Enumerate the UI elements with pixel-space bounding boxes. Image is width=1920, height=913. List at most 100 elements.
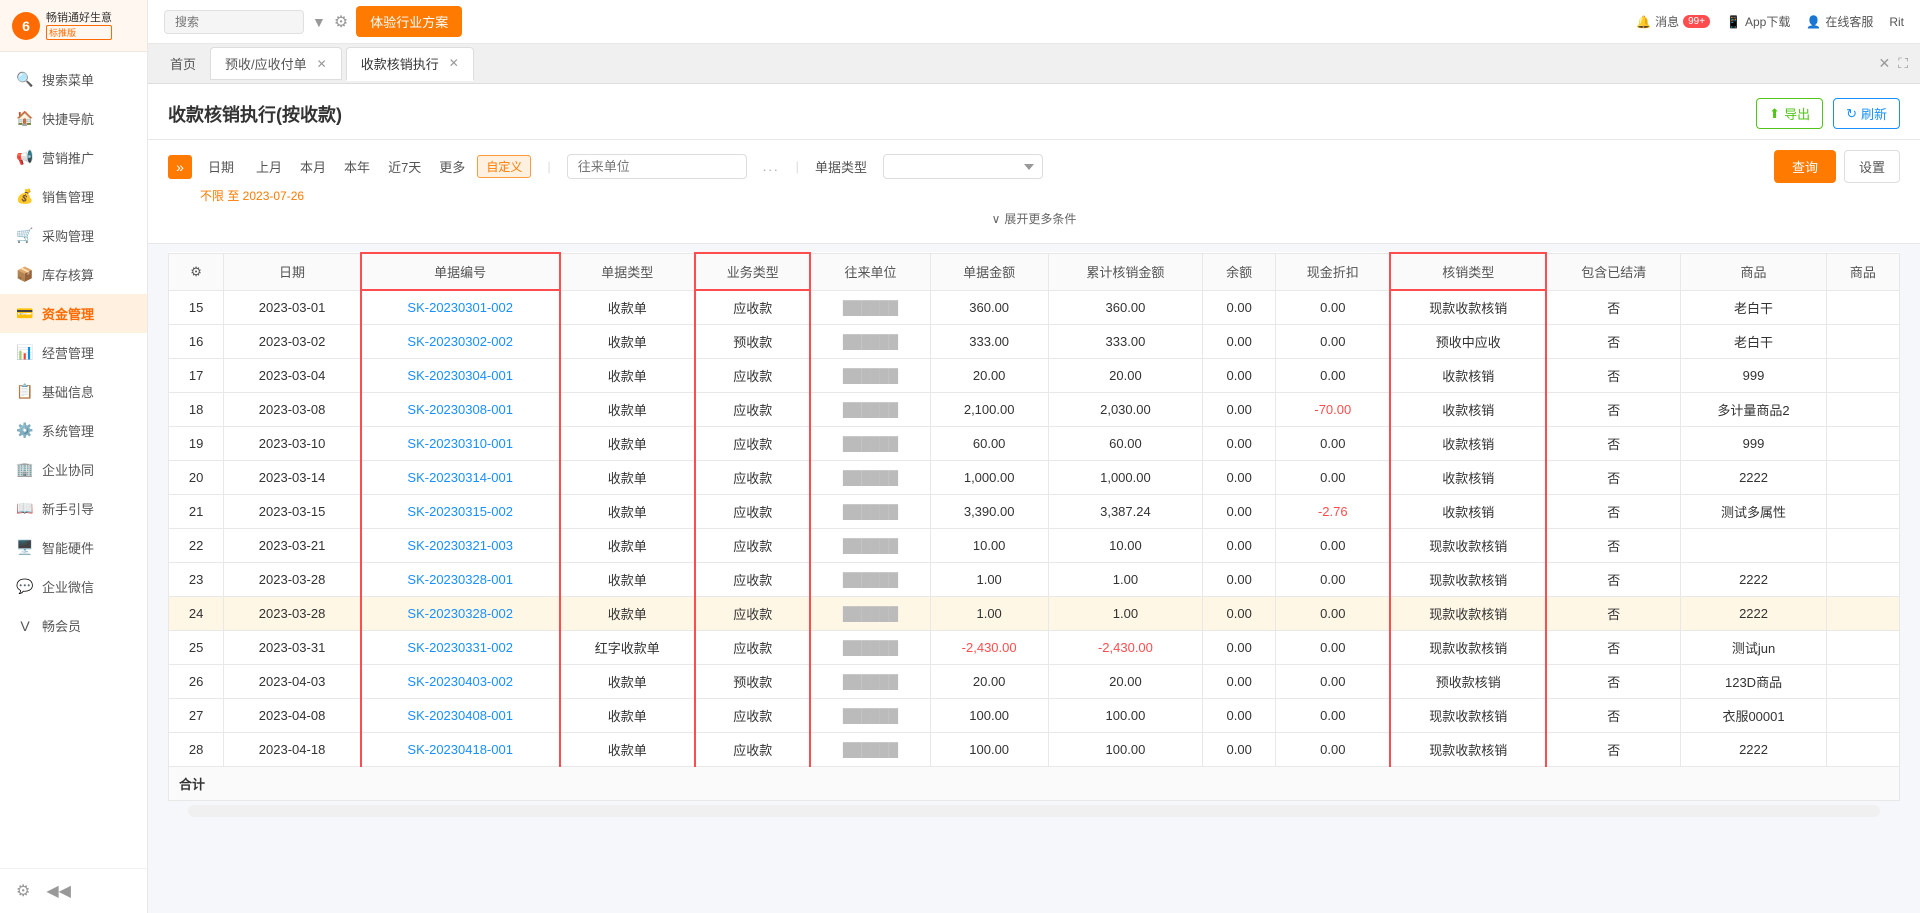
tab-restore-btn[interactable]: ⛶ [1898,55,1908,72]
doc-number-link[interactable]: SK-20230328-001 [407,572,513,587]
cell-doc-type: 收款单 [560,733,696,767]
cell-include-settled: 否 [1546,597,1681,631]
settings-footer-icon[interactable]: ⚙ [16,881,30,901]
cell-balance: 0.00 [1203,529,1276,563]
doc-number-link[interactable]: SK-20230302-002 [407,334,513,349]
collapse-icon[interactable]: ◀◀ [46,881,71,901]
cell-doc-type: 收款单 [560,529,696,563]
tab-collection-close[interactable]: ✕ [449,56,459,70]
refresh-btn[interactable]: ↻ 刷新 [1833,98,1900,129]
cell-goods: 测试jun [1681,631,1826,665]
table-row: 24 2023-03-28 SK-20230328-002 收款单 应收款 ██… [169,597,1900,631]
doc-number-link[interactable]: SK-20230304-001 [407,368,513,383]
sidebar-item-quicknav[interactable]: 🏠快捷导航 [0,99,147,138]
doc-type-select[interactable] [883,154,1043,179]
cell-partner: ██████ [810,563,930,597]
tab-prepay[interactable]: 预收/应收付单 ✕ [210,47,342,80]
username-label[interactable]: Rit [1889,15,1904,29]
doc-number-link[interactable]: SK-20230314-001 [407,470,513,485]
cell-cumulative: 60.00 [1048,427,1202,461]
service-area[interactable]: 👤 在线客服 [1806,13,1873,30]
date-this-month-btn[interactable]: 本月 [294,154,332,179]
main-area: ▼ ⚙ 体验行业方案 🔔 消息 99+ 📱 App下载 👤 在线客服 Rit 首… [148,0,1920,913]
sidebar-item-basic[interactable]: 📋基础信息 [0,372,147,411]
nav-label-marketing: 营销推广 [42,148,94,167]
date-7days-btn[interactable]: 近7天 [382,154,427,179]
sidebar-item-enterprise[interactable]: 🏢企业协同 [0,450,147,489]
doc-number-link[interactable]: SK-20230418-001 [407,742,513,757]
table-header-row: ⚙ 日期 单据编号 单据类型 业务类型 往来单位 单据金额 累计核销金额 余额 … [169,253,1900,290]
sidebar-item-capital[interactable]: 💳资金管理 [0,294,147,333]
table-row: 28 2023-04-18 SK-20230418-001 收款单 应收款 ██… [169,733,1900,767]
cell-goods: 123D商品 [1681,665,1826,699]
notice-badge: 99+ [1683,15,1710,28]
doc-number-link[interactable]: SK-20230308-001 [407,402,513,417]
filter-settings-btn[interactable]: 设置 [1844,150,1900,183]
doc-number-link[interactable]: SK-20230403-002 [407,674,513,689]
sidebar-item-system[interactable]: ⚙️系统管理 [0,411,147,450]
doc-number-link[interactable]: SK-20230301-002 [407,300,513,315]
nav-icon-sales: 💰 [16,188,34,206]
col-header-cumulative: 累计核销金额 [1048,253,1202,290]
notice-area[interactable]: 🔔 消息 99+ [1636,13,1710,30]
tab-prepay-close[interactable]: ✕ [317,57,327,71]
doc-number-link[interactable]: SK-20230331-002 [407,640,513,655]
doc-number-link[interactable]: SK-20230321-003 [407,538,513,553]
date-custom-btn[interactable]: 自定义 [477,155,531,178]
filter-toggle-btn[interactable]: » [168,155,192,179]
cell-biz-type: 应收款 [695,359,810,393]
search-input[interactable] [164,10,304,34]
cell-date: 2023-03-15 [224,495,361,529]
sidebar-item-operations[interactable]: 📊经营管理 [0,333,147,372]
col-header-cancel-type: 核销类型 [1390,253,1546,290]
cell-amount: 20.00 [930,665,1048,699]
dropdown-arrow-btn[interactable]: ▼ [312,14,326,30]
cell-biz-type: 应收款 [695,699,810,733]
sidebar-item-hardware[interactable]: 🖥️智能硬件 [0,528,147,567]
col-header-settings[interactable]: ⚙ [169,253,224,290]
notice-icon: 🔔 [1636,15,1651,29]
cell-date: 2023-03-08 [224,393,361,427]
expand-conditions-btn[interactable]: ∨ 展开更多条件 [168,204,1900,233]
doc-number-link[interactable]: SK-20230310-001 [407,436,513,451]
notice-label: 消息 [1655,13,1679,30]
cell-cash-discount: 0.00 [1276,631,1391,665]
industry-btn[interactable]: 体验行业方案 [356,6,462,37]
cell-cash-discount: 0.00 [1276,359,1391,393]
cell-cash-discount: 0.00 [1276,699,1391,733]
partner-input[interactable] [567,154,747,179]
sidebar-item-purchase[interactable]: 🛒采购管理 [0,216,147,255]
date-more-btn[interactable]: 更多 [433,154,471,179]
sidebar-item-search[interactable]: 🔍搜索菜单 [0,60,147,99]
cell-amount: 60.00 [930,427,1048,461]
nav-label-system: 系统管理 [42,421,94,440]
app-download-area[interactable]: 📱 App下载 [1726,13,1790,30]
sidebar-item-inventory[interactable]: 📦库存核算 [0,255,147,294]
date-label: 日期 [208,157,234,176]
doc-number-link[interactable]: SK-20230408-001 [407,708,513,723]
tab-collection[interactable]: 收款核销执行 ✕ [346,47,474,81]
tab-close-all-btn[interactable]: ✕ [1878,55,1890,72]
cell-num: 27 [169,699,224,733]
tab-home[interactable]: 首页 [160,48,206,79]
sidebar-item-wechat[interactable]: 💬企业微信 [0,567,147,606]
date-prev-month-btn[interactable]: 上月 [250,154,288,179]
horizontal-scrollbar[interactable] [188,805,1880,817]
sidebar-item-sales[interactable]: 💰销售管理 [0,177,147,216]
sidebar-item-marketing[interactable]: 📢营销推广 [0,138,147,177]
date-this-year-btn[interactable]: 本年 [338,154,376,179]
sidebar-item-member[interactable]: V畅会员 [0,606,147,645]
doc-number-link[interactable]: SK-20230315-002 [407,504,513,519]
gear-icon[interactable]: ⚙ [334,12,348,32]
table-total-row: 合计 [169,767,1900,801]
cell-cumulative: 20.00 [1048,665,1202,699]
doc-number-link[interactable]: SK-20230328-002 [407,606,513,621]
query-btn[interactable]: 查询 [1774,150,1836,183]
cell-include-settled: 否 [1546,563,1681,597]
export-btn[interactable]: ⬆ 导出 [1756,98,1823,129]
nav-label-search: 搜索菜单 [42,70,94,89]
logo-icon: 6 [12,12,40,40]
cell-goods2 [1826,495,1899,529]
cell-cumulative: 10.00 [1048,529,1202,563]
sidebar-item-guide[interactable]: 📖新手引导 [0,489,147,528]
